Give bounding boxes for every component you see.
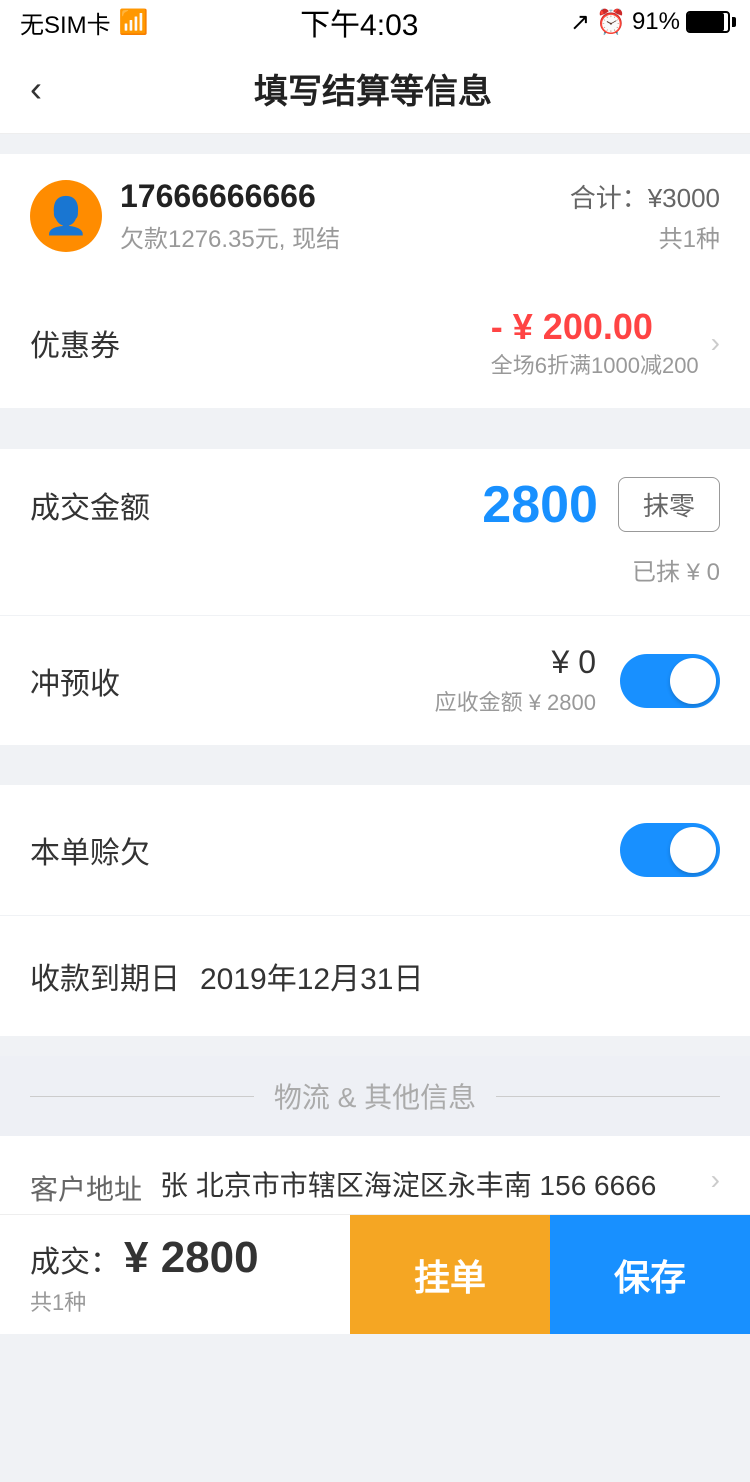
bottom-summary-prefix: 成交： [30, 1237, 120, 1281]
precollect-right: ¥ 0 应收金额 ¥ 2800 [435, 644, 720, 717]
total-count: 共1种 [570, 219, 720, 254]
total-label: 合计：¥3000 [570, 178, 720, 215]
duedate-row: 收款到期日 2019年12月31日 [0, 915, 750, 1036]
amount-section: 成交金额 2800 抹零 已抹 ¥ 0 冲预收 ¥ 0 应收金额 ¥ 2800 [0, 449, 750, 745]
wifi-icon: 📶 [119, 8, 149, 37]
credit-toggle[interactable] [620, 823, 720, 877]
location-icon: ↗ [570, 8, 590, 37]
precollect-receivable: 应收金额 ¥ 2800 [435, 685, 596, 717]
sim-status: 无SIM卡 [20, 5, 111, 40]
divider-line-right [496, 1096, 720, 1097]
amount-right: 2800 抹零 [482, 477, 720, 532]
customer-right: 合计：¥3000 共1种 [570, 178, 720, 254]
page-title: 填写结算等信息 [62, 64, 684, 113]
customer-card: 👤 17666666666 欠款1276.35元, 现结 合计：¥3000 共1… [0, 154, 750, 278]
back-button[interactable]: ‹ [30, 68, 42, 110]
bottom-summary-amount: ¥ 2800 [124, 1233, 259, 1283]
coupon-description: 全场6折满1000减200 [491, 348, 699, 380]
status-time: 下午4:03 [300, 0, 418, 44]
hang-single-button[interactable]: 挂单 [350, 1215, 550, 1334]
coupon-right: - ¥ 200.00 全场6折满1000减200 › [491, 306, 720, 380]
precollect-label: 冲预收 [30, 659, 120, 703]
customer-left: 👤 17666666666 欠款1276.35元, 现结 [30, 178, 340, 254]
divider-line-left [30, 1096, 254, 1097]
duedate-value: 2019年12月31日 [200, 954, 423, 998]
logistics-divider: 物流 & 其他信息 [0, 1056, 750, 1136]
customer-debt: 欠款1276.35元, 现结 [120, 219, 340, 254]
section-divider-2 [0, 745, 750, 765]
avatar: 👤 [30, 180, 102, 252]
precollect-row: 冲预收 ¥ 0 应收金额 ¥ 2800 [0, 615, 750, 745]
coupon-discount: - ¥ 200.00 [491, 306, 699, 348]
coupon-label: 优惠券 [30, 321, 120, 365]
precollect-toggle[interactable] [620, 654, 720, 708]
address-label: 客户地址 [30, 1168, 160, 1208]
status-bar: 无SIM卡 📶 下午4:03 ↗ ⏰ 91% [0, 0, 750, 44]
precollect-amount-block: ¥ 0 应收金额 ¥ 2800 [435, 644, 596, 717]
section-divider-1 [0, 409, 750, 429]
round-button[interactable]: 抹零 [618, 477, 720, 532]
credit-toggle-knob [670, 827, 716, 873]
coupon-row[interactable]: 优惠券 - ¥ 200.00 全场6折满1000减200 › [0, 278, 750, 409]
amount-sub: 已抹 ¥ 0 [632, 559, 720, 586]
address-chevron-icon: › [711, 1164, 720, 1196]
bottom-bar: 成交： ¥ 2800 共1种 挂单 保存 [0, 1214, 750, 1334]
save-button[interactable]: 保存 [550, 1215, 750, 1334]
alarm-icon: ⏰ [596, 8, 626, 37]
credit-label: 本单赊欠 [30, 828, 150, 872]
nav-bar: ‹ 填写结算等信息 [0, 44, 750, 134]
credit-row: 本单赊欠 [0, 785, 750, 915]
bottom-summary-count: 共1种 [30, 1285, 320, 1317]
chevron-right-icon: › [711, 327, 720, 359]
status-right: ↗ ⏰ 91% [570, 8, 730, 37]
customer-info: 17666666666 欠款1276.35元, 现结 [120, 178, 340, 254]
customer-phone: 17666666666 [120, 178, 340, 215]
toggle-knob [670, 658, 716, 704]
avatar-icon: 👤 [44, 195, 89, 237]
status-left: 无SIM卡 📶 [20, 5, 149, 40]
logistics-label: 物流 & 其他信息 [274, 1076, 476, 1116]
battery-percent: 91% [632, 8, 680, 36]
amount-row: 成交金额 2800 抹零 [30, 477, 720, 532]
bottom-summary: 成交： ¥ 2800 共1种 [0, 1215, 350, 1334]
precollect-amount: ¥ 0 [435, 644, 596, 681]
duedate-label: 收款到期日 [30, 954, 180, 998]
amount-label: 成交金额 [30, 483, 150, 527]
amount-value: 2800 [482, 479, 598, 531]
battery-icon [686, 11, 730, 33]
